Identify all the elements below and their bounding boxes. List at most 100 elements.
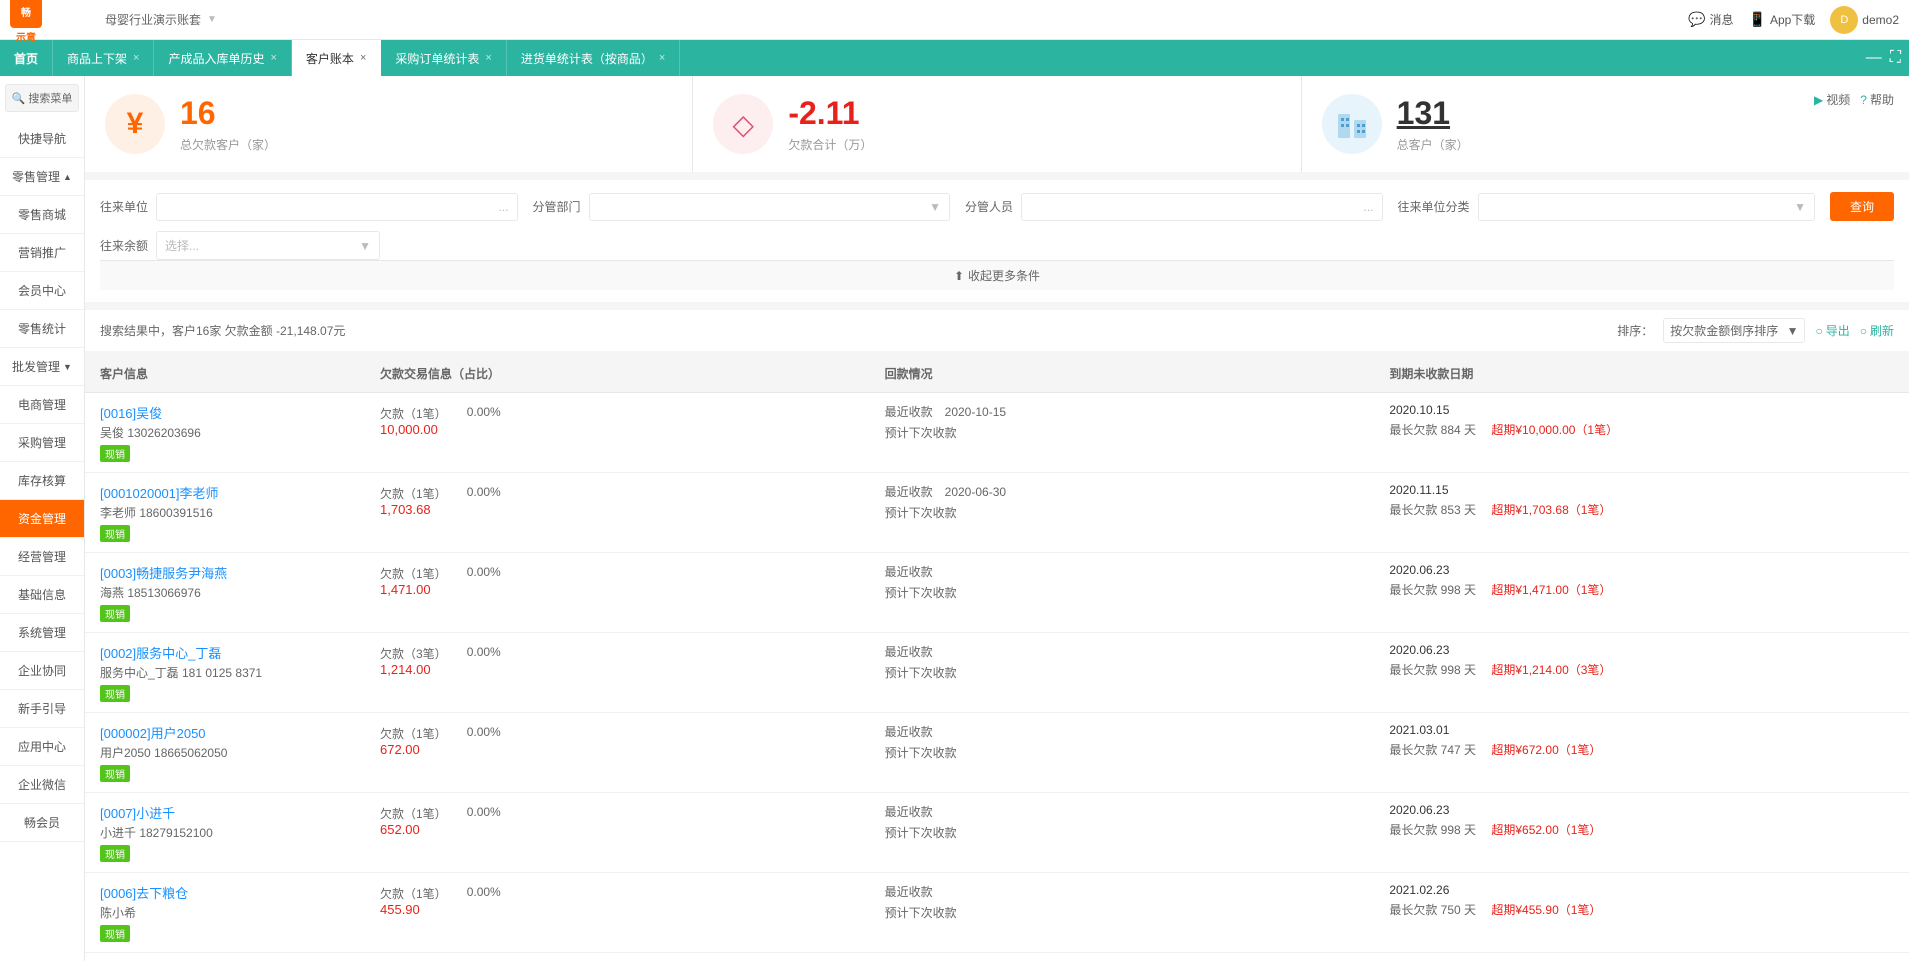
- sidebar-item-operations-mgmt[interactable]: 经营管理: [0, 538, 84, 576]
- tab-close-customer-account[interactable]: ×: [360, 52, 366, 64]
- tab-purchase-order[interactable]: 采购订单统计表 ×: [381, 40, 506, 76]
- download-icon: 📱: [1749, 11, 1766, 28]
- unit-class-arrow: ▼: [1794, 200, 1806, 214]
- collapse-bar[interactable]: ⬆ 收起更多条件: [100, 260, 1894, 290]
- sidebar-item-enterprise-coop[interactable]: 企业协同: [0, 652, 84, 690]
- tab-close-product-shelf[interactable]: ×: [133, 52, 139, 64]
- customer-name[interactable]: [000002]用户2050: [100, 723, 380, 742]
- debt-count: 欠款（1笔）: [380, 405, 447, 422]
- message-icon: 💬: [1688, 11, 1705, 28]
- result-summary: 搜索结果中，客户16家 欠款金额 -21,148.07元: [100, 322, 345, 339]
- debt-amount[interactable]: 455.90: [380, 902, 447, 917]
- unit-class-input[interactable]: ▼: [1478, 193, 1815, 221]
- tab-product-shelf[interactable]: 商品上下架 ×: [53, 40, 154, 76]
- data-table: 客户信息 欠款交易信息（占比） 回款情况 到期未收款日期 [0016]吴俊 吴俊…: [85, 355, 1909, 961]
- customer-name[interactable]: [0006]去下粮仓: [100, 883, 380, 902]
- overdue-link[interactable]: 超期¥1,214.00（3笔）: [1491, 663, 1611, 677]
- debt-amount[interactable]: 1,214.00: [380, 662, 447, 677]
- tab-minimize-btn[interactable]: —: [1866, 49, 1882, 67]
- overdue-link[interactable]: 超期¥1,471.00（1笔）: [1491, 583, 1611, 597]
- dept-arrow: ▼: [929, 200, 941, 214]
- stat-card-debt-total: ◇ -2.11 欠款合计（万）: [693, 76, 1301, 172]
- debt-count: 欠款（1笔）: [380, 885, 447, 902]
- view-video-btn[interactable]: ▶ 视频: [1814, 91, 1850, 108]
- customer-tag: 现销: [100, 925, 130, 942]
- cell-debt-info: 欠款（1笔） 1,471.00 0.00%: [380, 563, 885, 597]
- origin-unit-input[interactable]: ...: [156, 193, 517, 221]
- customer-name[interactable]: [0016]吴俊: [100, 403, 380, 422]
- export-btn[interactable]: ○ 导出: [1815, 322, 1849, 339]
- sidebar-item-batch-mgmt[interactable]: 批发管理 ▼: [0, 348, 84, 386]
- search-menu-btn[interactable]: 🔍 搜索菜单: [5, 84, 79, 112]
- sidebar-item-app-center[interactable]: 应用中心: [0, 728, 84, 766]
- sort-select[interactable]: 按欠款金额倒序排序 ▼: [1663, 318, 1805, 343]
- sidebar-item-retail-mall[interactable]: 零售商城: [0, 196, 84, 234]
- recent-pay: 最近收款: [885, 803, 1390, 820]
- table-row: [000002]用户2050 用户2050 18665062050 现销 欠款（…: [85, 713, 1909, 793]
- sidebar-item-member-center[interactable]: 会员中心: [0, 272, 84, 310]
- tab-close-product-warehouse[interactable]: ×: [270, 52, 276, 64]
- overdue-link[interactable]: 超期¥672.00（1笔）: [1491, 743, 1601, 757]
- debt-amount[interactable]: 10,000.00: [380, 422, 447, 437]
- balance-value: 选择...: [165, 237, 199, 254]
- debt-amount[interactable]: 1,471.00: [380, 582, 447, 597]
- cell-customer-info: [0001020001]李老师 李老师 18600391516 现销: [100, 483, 380, 542]
- sidebar-item-purchase-mgmt[interactable]: 采购管理: [0, 424, 84, 462]
- search-button[interactable]: 查询: [1830, 192, 1894, 221]
- origin-unit-label: 往来单位: [100, 198, 148, 215]
- refresh-btn[interactable]: ○ 刷新: [1860, 322, 1894, 339]
- sidebar-item-new-guide[interactable]: 新手引导: [0, 690, 84, 728]
- sidebar-item-quick-nav[interactable]: 快捷导航: [0, 120, 84, 158]
- stat-info-debt-total: -2.11 欠款合计（万）: [788, 95, 872, 153]
- cell-repayment: 最近收款 预计下次收款: [885, 563, 1390, 601]
- sidebar-item-basic-info[interactable]: 基础信息: [0, 576, 84, 614]
- cell-debt-info: 欠款（3笔） 1,214.00 0.00%: [380, 643, 885, 677]
- app-download-btn[interactable]: 📱 App下载: [1749, 11, 1816, 28]
- customer-phone: 海燕 18513066976: [100, 584, 380, 601]
- overdue-link[interactable]: 超期¥455.90（1笔）: [1491, 903, 1601, 917]
- message-btn[interactable]: 💬 消息: [1688, 11, 1733, 28]
- user-menu[interactable]: D demo2: [1830, 6, 1899, 34]
- overdue-link[interactable]: 超期¥1,703.68（1笔）: [1491, 503, 1611, 517]
- filter-row-1: 往来单位 ... 分管部门 ▼ 分管人员: [100, 192, 1894, 221]
- tab-close-purchase-order[interactable]: ×: [485, 52, 491, 64]
- sidebar-item-enterprise-wechat[interactable]: 企业微信: [0, 766, 84, 804]
- tab-customer-account[interactable]: 客户账本 ×: [292, 40, 381, 76]
- dept-input[interactable]: ▼: [589, 193, 950, 221]
- tab-purchase-stats[interactable]: 进货单统计表（按商品） ×: [507, 40, 680, 76]
- tab-expand-btn[interactable]: ⛶: [1890, 49, 1901, 67]
- sidebar-item-retail-mgmt[interactable]: 零售管理 ▲: [0, 158, 84, 196]
- filter-area: 往来单位 ... 分管部门 ▼ 分管人员: [85, 180, 1909, 302]
- sidebar-item-marketing[interactable]: 营销推广: [0, 234, 84, 272]
- debt-pct: 0.00%: [467, 483, 501, 499]
- person-input[interactable]: ...: [1021, 193, 1382, 221]
- origin-unit-dots: ...: [498, 200, 508, 214]
- sidebar-item-capital-mgmt[interactable]: 资金管理: [0, 500, 84, 538]
- sidebar-item-inventory-check[interactable]: 库存核算: [0, 462, 84, 500]
- customer-name[interactable]: [0003]畅捷服务尹海燕: [100, 563, 380, 582]
- debt-amount[interactable]: 672.00: [380, 742, 447, 757]
- customer-name[interactable]: [0001020001]李老师: [100, 483, 380, 502]
- help-btn[interactable]: ? 帮助: [1860, 91, 1894, 108]
- debt-amount-col: 欠款（1笔） 672.00: [380, 723, 447, 757]
- app-selector[interactable]: 母婴行业演示账套 ▼: [95, 11, 1688, 28]
- sidebar-item-system-mgmt[interactable]: 系统管理: [0, 614, 84, 652]
- sidebar-item-ecommerce-mgmt[interactable]: 电商管理: [0, 386, 84, 424]
- overdue-link[interactable]: 超期¥10,000.00（1笔）: [1491, 423, 1618, 437]
- overdue-days: 最长欠款 853 天 超期¥1,703.68（1笔）: [1389, 501, 1894, 518]
- sidebar-item-retail-stats[interactable]: 零售统计: [0, 310, 84, 348]
- result-bar: 搜索结果中，客户16家 欠款金额 -21,148.07元 排序： 按欠款金额倒序…: [85, 310, 1909, 351]
- tab-home[interactable]: 首页: [0, 40, 53, 76]
- debt-amount[interactable]: 652.00: [380, 822, 447, 837]
- customer-tag: 现销: [100, 605, 130, 622]
- tab-product-warehouse[interactable]: 产成品入库单历史 ×: [154, 40, 291, 76]
- customer-name[interactable]: [0002]服务中心_丁磊: [100, 643, 380, 662]
- balance-input[interactable]: 选择... ▼: [156, 231, 380, 260]
- header-repayment: 回款情况: [885, 365, 1390, 382]
- overdue-link[interactable]: 超期¥652.00（1笔）: [1491, 823, 1601, 837]
- tab-close-purchase-stats[interactable]: ×: [659, 52, 665, 64]
- debt-amount[interactable]: 1,703.68: [380, 502, 447, 517]
- header-due-date: 到期未收款日期: [1389, 365, 1894, 382]
- sidebar-item-member-vip[interactable]: 畅会员: [0, 804, 84, 842]
- customer-name[interactable]: [0007]小进千: [100, 803, 380, 822]
